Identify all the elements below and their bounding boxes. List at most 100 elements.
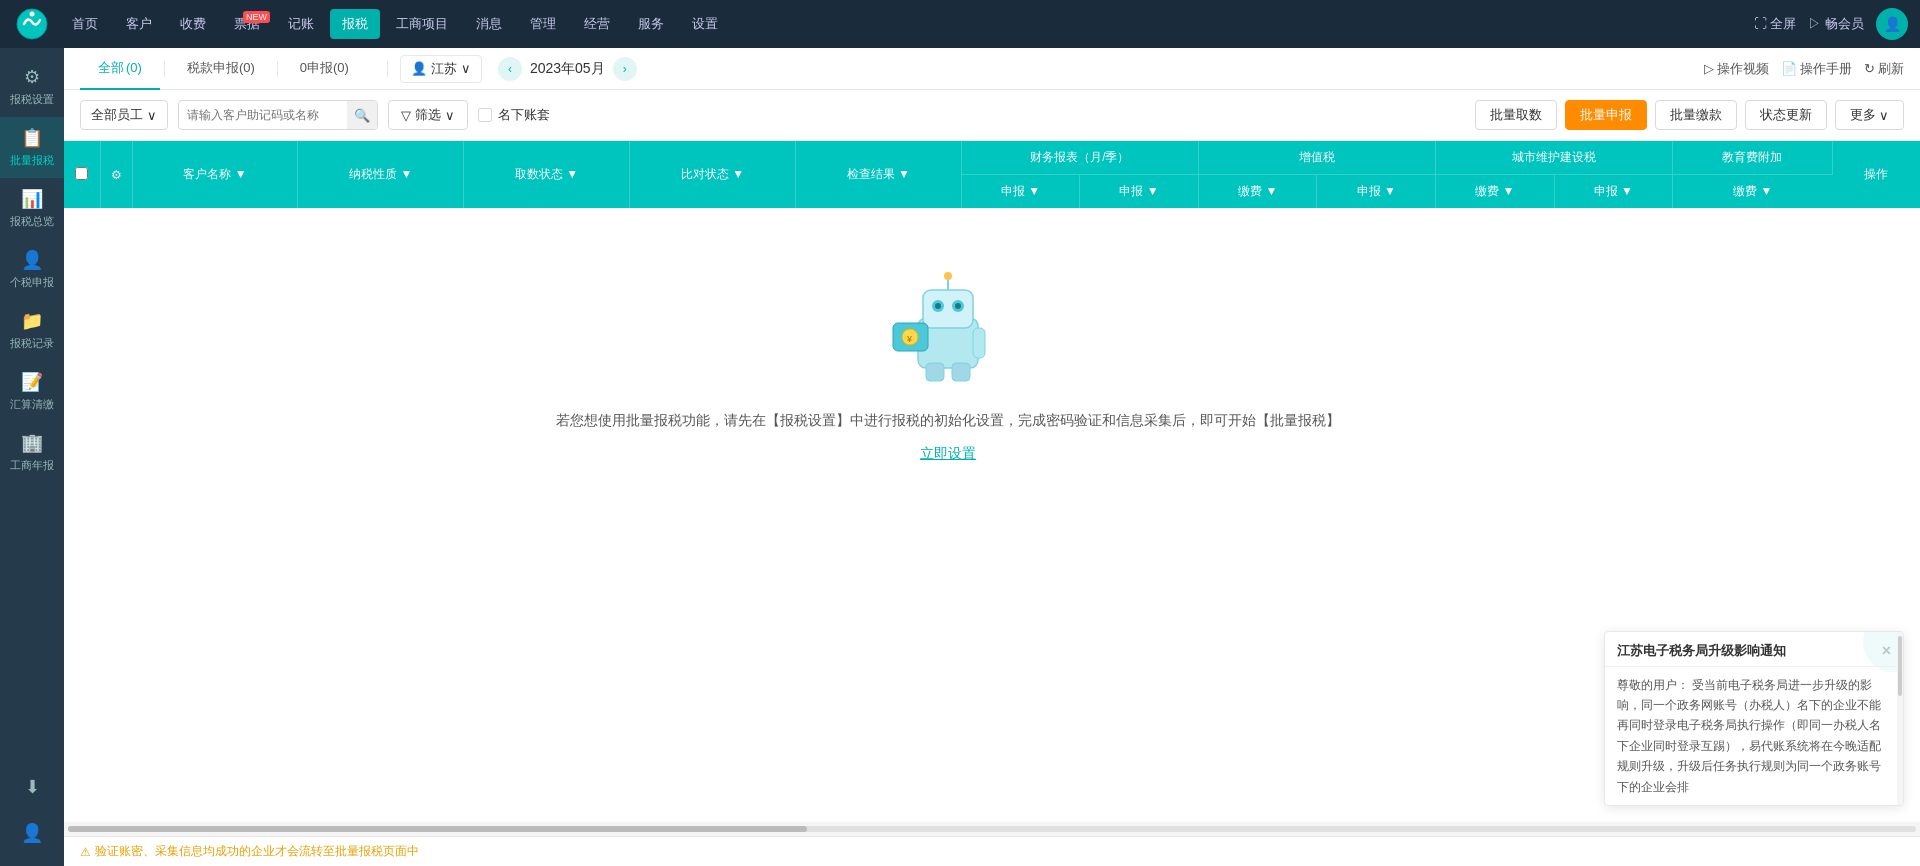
next-month-btn[interactable]: › <box>613 57 637 81</box>
sidebar: ⚙ 报税设置 📋 批量报税 📊 报税总览 👤 个税申报 📁 报税记录 📝 汇算清… <box>0 48 64 866</box>
refresh-btn[interactable]: ↻ 刷新 <box>1864 60 1904 78</box>
bottom-bar: ⚠ 验证账密、采集信息均成功的企业才会流转至批量报税页面中 <box>64 836 1920 866</box>
manual-icon: 📄 <box>1781 61 1797 76</box>
batch-tax-icon: 📋 <box>21 127 43 149</box>
horizontal-scrollbar[interactable] <box>64 822 1920 836</box>
sidebar-label-tax-records: 报税记录 <box>10 336 54 351</box>
batch-fetch-button[interactable]: 批量取数 <box>1475 100 1557 130</box>
tab-zero-declare[interactable]: 0申报 (0) <box>282 48 367 90</box>
th-checkbox <box>64 141 100 208</box>
nav-messages[interactable]: 消息 <box>464 9 514 39</box>
th-city-construction-tax: 城市维护建设税 <box>1436 141 1673 175</box>
sidebar-item-annual-report[interactable]: 🏢 工商年报 <box>0 422 64 483</box>
tab-all[interactable]: 全部 (0) <box>80 48 160 90</box>
nav-tax[interactable]: 报税 <box>330 9 380 39</box>
top-nav-right: ⛶ 全屏 ▷ 畅会员 👤 <box>1754 8 1908 40</box>
select-all-checkbox[interactable] <box>75 167 88 180</box>
account-set-checkbox-label[interactable]: 名下账套 <box>478 106 550 124</box>
employee-select-label: 全部员工 <box>91 106 143 124</box>
scrollbar-thumb[interactable] <box>68 826 807 832</box>
nav-service[interactable]: 服务 <box>626 9 676 39</box>
sidebar-item-tax-records[interactable]: 📁 报税记录 <box>0 300 64 361</box>
search-button[interactable]: 🔍 <box>347 101 377 129</box>
sidebar-item-tax-overview[interactable]: 📊 报税总览 <box>0 178 64 239</box>
svg-point-9 <box>944 272 952 280</box>
toolbar: 全部员工 ∨ 🔍 ▽ 筛选 ∨ 名下账套 批量取数 批量申报 批量缴款 状态更新 <box>64 90 1920 141</box>
tabs-right-actions: ▷ 操作视频 📄 操作手册 ↻ 刷新 <box>1704 60 1904 78</box>
sidebar-label-tax-settings: 报税设置 <box>10 92 54 107</box>
tax-records-icon: 📁 <box>21 310 43 332</box>
sidebar-label-batch-tax: 批量报税 <box>10 153 54 168</box>
nav-bookkeeping[interactable]: 记账 <box>276 9 326 39</box>
bottom-bar-text: 验证账密、采集信息均成功的企业才会流转至批量报税页面中 <box>95 843 419 860</box>
search-input[interactable] <box>179 103 347 127</box>
prev-month-btn[interactable]: ‹ <box>498 57 522 81</box>
video-icon: ▷ <box>1704 61 1714 76</box>
sidebar-download[interactable]: ⬇ <box>17 766 47 808</box>
notification-scrollbar[interactable] <box>1897 632 1903 805</box>
svg-text:¥: ¥ <box>907 334 912 344</box>
toolbar-right: 批量取数 批量申报 批量缴款 状态更新 更多 ∨ <box>1475 100 1904 130</box>
refresh-icon: ↻ <box>1864 61 1875 76</box>
operation-video-btn[interactable]: ▷ 操作视频 <box>1704 60 1769 78</box>
top-navigation: 首页 客户 收费 票据 NEW 记账 报税 工商项目 消息 管理 经营 服务 设… <box>0 0 1920 48</box>
batch-declare-button[interactable]: 批量申报 <box>1565 100 1647 130</box>
operation-manual-btn[interactable]: 📄 操作手册 <box>1781 60 1852 78</box>
filter-icon: ▽ <box>401 108 411 123</box>
search-input-wrap: 🔍 <box>178 100 378 130</box>
nav-industry[interactable]: 工商项目 <box>384 9 460 39</box>
sidebar-item-annual-settle[interactable]: 📝 汇算清缴 <box>0 361 64 422</box>
download-icon: ⬇ <box>25 776 40 798</box>
chevron-down-icon: ∨ <box>461 61 471 76</box>
sidebar-label-personal-tax: 个税申报 <box>10 275 54 290</box>
notification-title: 江苏电子税务局升级影响通知 <box>1617 642 1786 660</box>
more-button[interactable]: 更多 ∨ <box>1835 100 1904 130</box>
svg-point-6 <box>935 303 941 309</box>
th-city-pay: 缴费 ▼ <box>1436 175 1555 209</box>
nav-bills[interactable]: 票据 NEW <box>222 9 272 39</box>
scrollbar-track <box>68 826 1916 832</box>
tabs-bar: 全部 (0) 税款申报 (0) 0申报 (0) 👤 江苏 ∨ <box>64 48 1920 90</box>
sidebar-item-tax-settings[interactable]: ⚙ 报税设置 <box>0 56 64 117</box>
svg-rect-13 <box>973 328 985 358</box>
tab-tax-declare[interactable]: 税款申报 (0) <box>169 48 273 90</box>
nav-settings[interactable]: 设置 <box>680 9 730 39</box>
user-icon: 👤 <box>21 822 43 844</box>
account-set-checkbox[interactable] <box>478 108 492 122</box>
nav-home[interactable]: 首页 <box>60 9 110 39</box>
status-update-button[interactable]: 状态更新 <box>1745 100 1827 130</box>
th-fetch-status: 取数状态 ▼ <box>464 141 630 208</box>
batch-pay-button[interactable]: 批量缴款 <box>1655 100 1737 130</box>
th-education-surcharge: 教育费附加 <box>1673 141 1833 175</box>
user-icon-small: 👤 <box>411 61 427 76</box>
tab-divider-2 <box>277 61 278 77</box>
setup-link[interactable]: 立即设置 <box>920 445 976 463</box>
th-financial-declare: 申报 ▼ <box>961 175 1080 209</box>
nav-management[interactable]: 管理 <box>518 9 568 39</box>
svg-point-1 <box>30 12 35 17</box>
notification-content: 尊敬的用户： 受当前电子税务局进一步升级的影响，同一个政务网账号（办税人）名下的… <box>1617 678 1881 794</box>
avatar[interactable]: 👤 <box>1876 8 1908 40</box>
sidebar-label-tax-overview: 报税总览 <box>10 214 54 229</box>
fullscreen-btn[interactable]: ⛶ 全屏 <box>1754 15 1797 33</box>
settings-icon-th[interactable]: ⚙ <box>111 168 122 182</box>
region-selector[interactable]: 👤 江苏 ∨ <box>400 55 482 83</box>
nav-operation[interactable]: 经营 <box>572 9 622 39</box>
svg-point-7 <box>955 303 961 309</box>
sidebar-item-personal-tax[interactable]: 👤 个税申报 <box>0 239 64 300</box>
chevron-down-icon-filter: ∨ <box>445 108 455 123</box>
tab-divider-3 <box>387 61 388 77</box>
nav-fees[interactable]: 收费 <box>168 9 218 39</box>
th-tax-nature: 纳税性质 ▼ <box>298 141 464 208</box>
filter-button[interactable]: ▽ 筛选 ∨ <box>388 100 468 130</box>
vip-btn[interactable]: ▷ 畅会员 <box>1808 15 1864 33</box>
logo[interactable] <box>12 4 52 44</box>
nav-customer[interactable]: 客户 <box>114 9 164 39</box>
tabs-middle: 👤 江苏 ∨ <box>383 55 482 83</box>
empty-state: ¥ 若您想使用批量报税功能，请先在【报税设置】中进行报税的初始化设置，完成密码验… <box>64 208 1832 503</box>
chevron-down-icon-more: ∨ <box>1879 108 1889 123</box>
sidebar-user[interactable]: 👤 <box>17 812 47 854</box>
sidebar-item-batch-tax[interactable]: 📋 批量报税 <box>0 117 64 178</box>
employee-select[interactable]: 全部员工 ∨ <box>80 100 168 130</box>
current-date: 2023年05月 <box>530 60 605 78</box>
